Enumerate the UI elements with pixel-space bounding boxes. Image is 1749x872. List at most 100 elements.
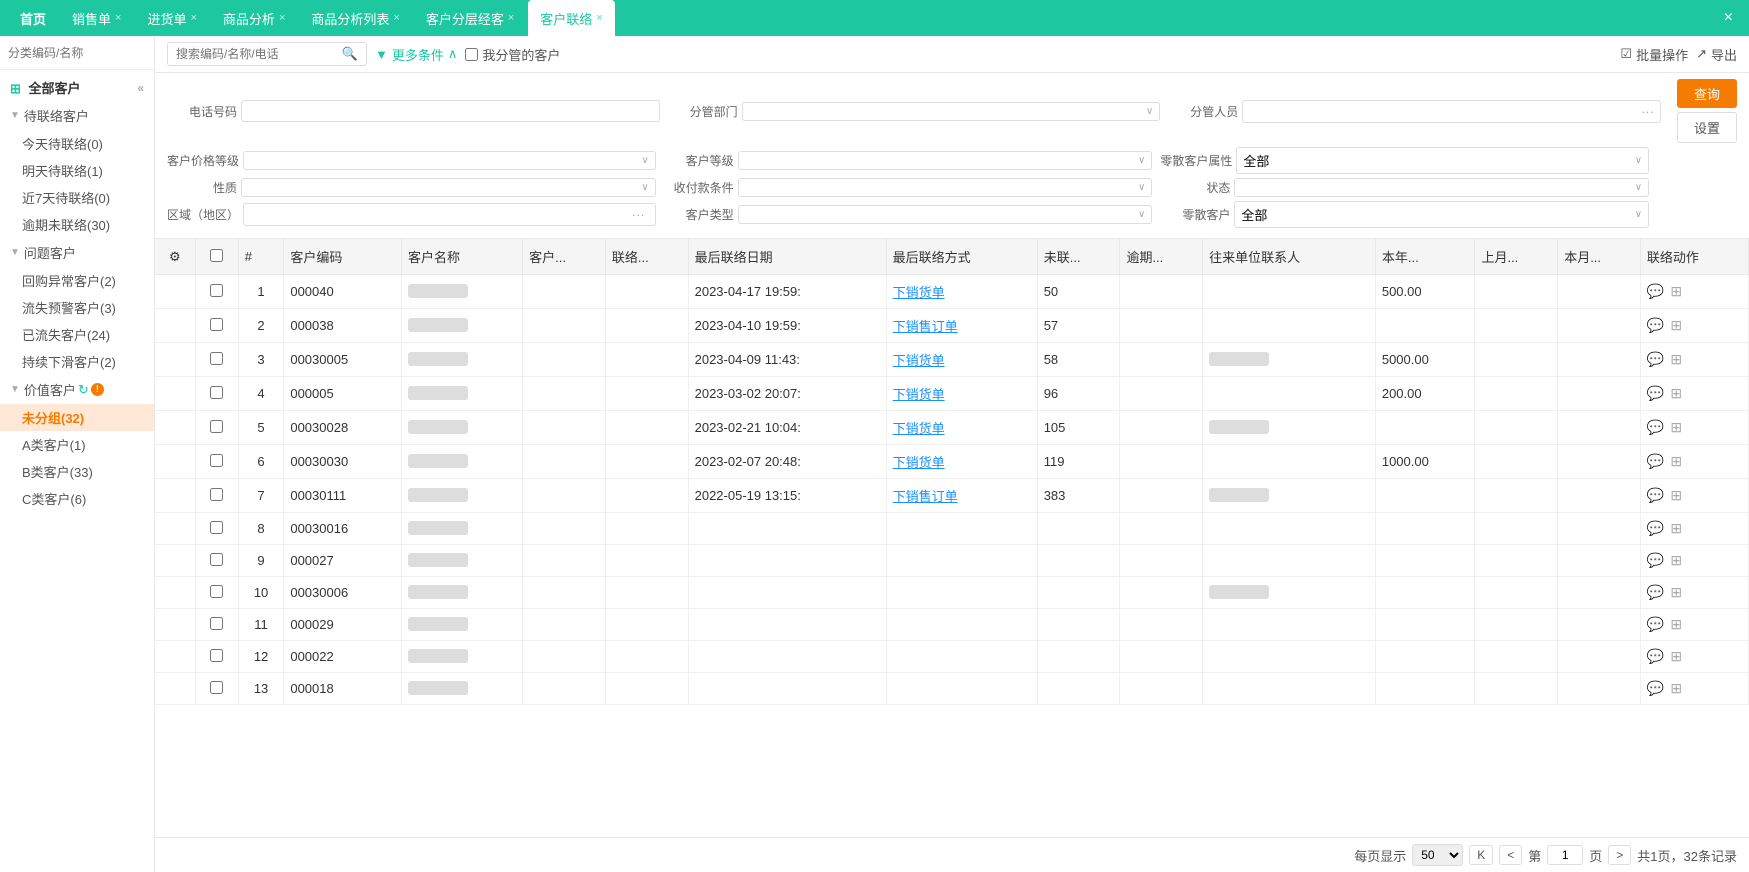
pending-contact-group[interactable]: ▼ 待联络客户 (0, 101, 154, 130)
row-checkbox[interactable] (210, 386, 223, 399)
row-checkbox[interactable] (210, 318, 223, 331)
row-checkbox[interactable] (210, 454, 223, 467)
apps-icon[interactable]: ⊞ (1670, 520, 1682, 537)
row-checkbox[interactable] (210, 681, 223, 694)
nav-customer-segment-close[interactable]: × (508, 12, 514, 24)
payment-select[interactable]: ∨ (738, 178, 1153, 197)
row-checkbox[interactable] (210, 553, 223, 566)
my-customers-checkbox[interactable] (465, 48, 478, 61)
apps-icon[interactable]: ⊞ (1670, 385, 1682, 402)
contact-type-link[interactable]: 下销售订单 (893, 489, 958, 504)
collapse-sidebar-btn[interactable]: « (137, 81, 144, 95)
message-icon[interactable]: 💬 (1647, 317, 1664, 334)
apps-icon[interactable]: ⊞ (1670, 453, 1682, 470)
row-checkbox[interactable] (210, 352, 223, 365)
sidebar-item-tomorrow[interactable]: 明天待联络(1) (0, 157, 154, 184)
apps-icon[interactable]: ⊞ (1670, 680, 1682, 697)
nav-customer-contact[interactable]: 客户联络 × (528, 0, 614, 36)
message-icon[interactable]: 💬 (1647, 552, 1664, 569)
all-customers-header[interactable]: ⊞ 全部客户 « (0, 70, 154, 101)
area-select[interactable]: ··· (243, 203, 656, 226)
nature-select[interactable]: ∨ (241, 178, 656, 197)
phone-input[interactable] (241, 100, 660, 122)
export-btn[interactable]: ↗ 导出 (1696, 45, 1737, 64)
page-number-input[interactable] (1547, 845, 1583, 865)
sidebar-item-churned[interactable]: 已流失客户(24) (0, 321, 154, 348)
select-all-checkbox[interactable] (210, 249, 223, 262)
sidebar-item-7days[interactable]: 近7天待联络(0) (0, 184, 154, 211)
col-not-contact[interactable]: 未联... (1037, 239, 1120, 275)
nav-purchase[interactable]: 进货单 × (135, 0, 208, 36)
sidebar-item-b-class[interactable]: B类客户(33) (0, 458, 154, 485)
row-checkbox[interactable] (210, 284, 223, 297)
col-this-year[interactable]: 本年... (1375, 239, 1475, 275)
search-icon[interactable]: 🔍 (342, 46, 358, 62)
apps-icon[interactable]: ⊞ (1670, 351, 1682, 368)
person-select[interactable]: ··· (1242, 100, 1661, 123)
col-contact[interactable]: 联络... (605, 239, 688, 275)
contact-type-link[interactable]: 下销货单 (893, 421, 945, 436)
sidebar-search-input[interactable] (8, 46, 155, 60)
message-icon[interactable]: 💬 (1647, 584, 1664, 601)
message-icon[interactable]: 💬 (1647, 648, 1664, 665)
col-overdue[interactable]: 逾期... (1120, 239, 1203, 275)
col-last-contact-date[interactable]: 最后联络日期 (688, 239, 886, 275)
query-button[interactable]: 查询 (1677, 79, 1737, 108)
col-last-contact-type[interactable]: 最后联络方式 (886, 239, 1037, 275)
nav-sales[interactable]: 销售单 × (60, 0, 133, 36)
sidebar-item-a-class[interactable]: A类客户(1) (0, 431, 154, 458)
status-select[interactable]: ∨ (1234, 178, 1649, 197)
close-all-tabs[interactable]: × (1716, 9, 1741, 27)
apps-icon[interactable]: ⊞ (1670, 648, 1682, 665)
customer-level-select[interactable]: ∨ (738, 151, 1153, 170)
area-dots[interactable]: ··· (628, 207, 649, 222)
nav-home[interactable]: 首页 (8, 0, 58, 36)
row-checkbox[interactable] (210, 420, 223, 433)
message-icon[interactable]: 💬 (1647, 680, 1664, 697)
col-settings[interactable]: ⚙ (155, 239, 195, 275)
page-size-select[interactable]: 50 100 (1412, 844, 1463, 866)
row-checkbox[interactable] (210, 617, 223, 630)
message-icon[interactable]: 💬 (1647, 520, 1664, 537)
contact-type-link[interactable]: 下销货单 (893, 387, 945, 402)
col-category[interactable]: 客户... (523, 239, 606, 275)
nav-analysis-list[interactable]: 商品分析列表 × (299, 0, 411, 36)
contact-type-link[interactable]: 下销货单 (893, 353, 945, 368)
message-icon[interactable]: 💬 (1647, 616, 1664, 633)
dots-icon[interactable]: ··· (1641, 104, 1654, 119)
nav-sales-close[interactable]: × (115, 12, 121, 24)
sidebar-item-churn-warning[interactable]: 流失预警客户(3) (0, 294, 154, 321)
dept-select[interactable]: ∨ (742, 102, 1161, 121)
refresh-icon[interactable]: ↻ (78, 382, 89, 398)
contact-type-link[interactable]: 下销售订单 (893, 319, 958, 334)
col-trading-contact[interactable]: 往来单位联系人 (1203, 239, 1376, 275)
apps-icon[interactable]: ⊞ (1670, 317, 1682, 334)
sidebar-item-overdue[interactable]: 逾期未联络(30) (0, 211, 154, 238)
retail-attr-select[interactable]: 全部∨ (1236, 147, 1649, 174)
col-code[interactable]: 客户编码 (284, 239, 402, 275)
contact-type-link[interactable]: 下销货单 (893, 455, 945, 470)
col-this-month[interactable]: 本月... (1558, 239, 1641, 275)
apps-icon[interactable]: ⊞ (1670, 283, 1682, 300)
row-checkbox[interactable] (210, 585, 223, 598)
sidebar-item-abnormal[interactable]: 回购异常客户(2) (0, 267, 154, 294)
apps-icon[interactable]: ⊞ (1670, 552, 1682, 569)
message-icon[interactable]: 💬 (1647, 385, 1664, 402)
reset-button[interactable]: 设置 (1677, 112, 1737, 143)
next-page-btn[interactable]: > (1608, 845, 1631, 865)
nav-customer-contact-close[interactable]: × (596, 12, 602, 24)
price-level-select[interactable]: ∨ (243, 151, 656, 170)
row-checkbox[interactable] (210, 488, 223, 501)
message-icon[interactable]: 💬 (1647, 283, 1664, 300)
search-input[interactable] (176, 47, 342, 61)
row-checkbox[interactable] (210, 649, 223, 662)
nav-analysis-close[interactable]: × (279, 12, 285, 24)
apps-icon[interactable]: ⊞ (1670, 419, 1682, 436)
sidebar-item-declining[interactable]: 持续下滑客户(2) (0, 348, 154, 375)
message-icon[interactable]: 💬 (1647, 351, 1664, 368)
nav-analysis-list-close[interactable]: × (393, 12, 399, 24)
more-conditions-btn[interactable]: ▼ 更多条件 ∧ (375, 45, 457, 64)
value-segment-group[interactable]: ▼ 价值客户 ↻ ! (0, 375, 154, 404)
batch-ops-btn[interactable]: ☑ 批量操作 (1620, 45, 1688, 64)
problem-customers-group[interactable]: ▼ 问题客户 (0, 238, 154, 267)
